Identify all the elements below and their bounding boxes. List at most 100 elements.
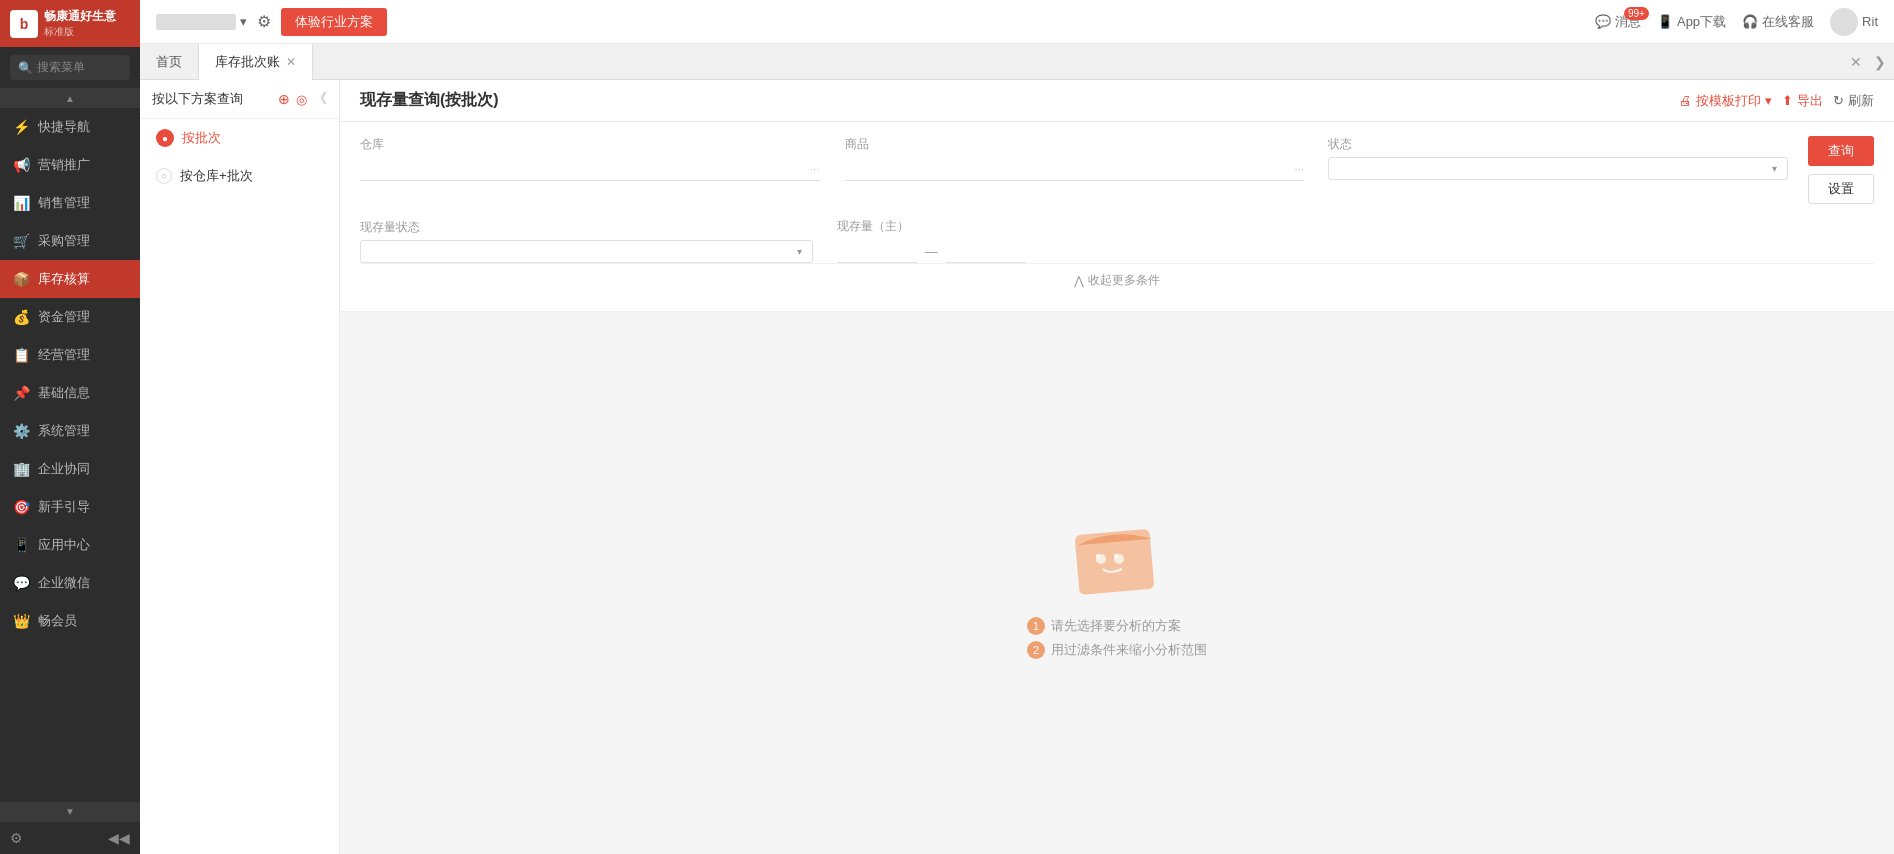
user-name: Rit	[1862, 14, 1878, 29]
status-label: 状态	[1328, 136, 1788, 153]
sidebar-item-label: 畅会员	[38, 612, 77, 630]
edition-label: 标准版	[44, 25, 116, 39]
inventory-qty-min[interactable]	[837, 239, 917, 263]
sidebar-item-inventory[interactable]: 📦 库存核算	[0, 260, 140, 298]
marketing-icon: 📢	[12, 156, 30, 174]
sidebar-item-marketing[interactable]: 📢 营销推广	[0, 146, 140, 184]
sidebar-item-label: 经营管理	[38, 346, 90, 364]
sidebar-scroll-up[interactable]: ▲	[0, 89, 140, 108]
app-download-icon: 📱	[1657, 14, 1673, 29]
sidebar-item-newbie[interactable]: 🎯 新手引导	[0, 488, 140, 526]
trial-btn[interactable]: 体验行业方案	[281, 8, 387, 36]
sidebar-item-label: 企业微信	[38, 574, 90, 592]
sidebar-item-enterprise-wechat[interactable]: 💬 企业微信	[0, 564, 140, 602]
sidebar-item-enterprise[interactable]: 🏢 企业协同	[0, 450, 140, 488]
filter-status: 状态 ▾	[1316, 136, 1800, 180]
finance-icon: 💰	[12, 308, 30, 326]
scheme-item-warehouse-batch[interactable]: ○ 按仓库+批次	[140, 157, 339, 195]
sidebar-item-operation[interactable]: 📋 经营管理	[0, 336, 140, 374]
sidebar-item-label: 库存核算	[38, 270, 90, 288]
sidebar-search-box[interactable]: 🔍 搜索菜单	[10, 55, 130, 80]
sidebar-bottom: ⚙ ◀◀	[0, 821, 140, 854]
hint-num-2: 2	[1027, 641, 1045, 659]
export-btn[interactable]: ⬆ 导出	[1782, 92, 1823, 110]
inventory-status-label: 现存量状态	[360, 219, 813, 236]
sidebar-item-member[interactable]: 👑 畅会员	[0, 602, 140, 640]
sidebar-item-finance[interactable]: 💰 资金管理	[0, 298, 140, 336]
online-service-btn[interactable]: 🎧 在线客服	[1742, 13, 1814, 31]
enterprise-wechat-icon: 💬	[12, 574, 30, 592]
warehouse-dots[interactable]: ···	[810, 162, 820, 176]
print-label: 按模板打印	[1696, 92, 1761, 110]
scheme-item-batch[interactable]: ● 按批次	[140, 119, 339, 157]
scheme-inactive-icon: ○	[156, 168, 172, 184]
tab-right-arrow[interactable]: ❯	[1874, 54, 1894, 70]
quick-nav-icon: ⚡	[12, 118, 30, 136]
query-button[interactable]: 查询	[1808, 136, 1874, 166]
hint-text-2: 用过滤条件来缩小分析范围	[1051, 641, 1207, 659]
tab-home-label: 首页	[156, 53, 182, 71]
service-label: 在线客服	[1762, 13, 1814, 31]
product-input[interactable]	[845, 161, 1291, 176]
product-dots[interactable]: ···	[1294, 162, 1304, 176]
sidebar-item-basic[interactable]: 📌 基础信息	[0, 374, 140, 412]
inventory-status-select[interactable]: ▾	[360, 240, 813, 263]
inventory-status-arrow-icon: ▾	[797, 246, 802, 257]
inventory-qty-max[interactable]	[946, 239, 1026, 263]
settings-bottom-icon[interactable]: ⚙	[10, 830, 23, 846]
sidebar-item-app-center[interactable]: 📱 应用中心	[0, 526, 140, 564]
app-download-btn[interactable]: 📱 App下载	[1657, 13, 1726, 31]
hint-num-1: 1	[1027, 617, 1045, 635]
product-input-wrapper: ···	[845, 157, 1305, 181]
message-icon: 💬	[1595, 14, 1611, 29]
message-badge: 99+	[1624, 7, 1649, 20]
hint-text-1: 请先选择要分析的方案	[1051, 617, 1181, 635]
user-profile[interactable]: Rit	[1830, 8, 1878, 36]
hint-item-1: 1 请先选择要分析的方案	[1027, 617, 1207, 635]
refresh-btn[interactable]: ↻ 刷新	[1833, 92, 1874, 110]
collapse-sidebar-icon[interactable]: ◀◀	[108, 830, 130, 846]
page-header-actions: 🖨 按模板打印 ▾ ⬆ 导出 ↻ 刷新	[1679, 92, 1874, 110]
add-scheme-icon[interactable]: ⊕	[278, 91, 290, 107]
sidebar-item-quick-nav[interactable]: ⚡ 快捷导航	[0, 108, 140, 146]
workspace-dropdown[interactable]: ▾	[156, 14, 247, 30]
company-name: 畅康通好生意	[44, 8, 116, 25]
left-panel-header: 按以下方案查询 ⊕ ◎ 《	[140, 80, 339, 119]
sidebar-item-sales[interactable]: 📊 销售管理	[0, 184, 140, 222]
service-icon: 🎧	[1742, 14, 1758, 29]
hint-item-2: 2 用过滤条件来缩小分析范围	[1027, 641, 1207, 659]
tab-close-right-btn[interactable]: ✕	[1850, 54, 1874, 70]
left-panel: 按以下方案查询 ⊕ ◎ 《 ● 按批次 ○ 按仓库+批次	[140, 80, 340, 854]
topbar-gear-icon[interactable]: ⚙	[257, 12, 271, 31]
member-icon: 👑	[12, 612, 30, 630]
warehouse-input[interactable]	[360, 161, 806, 176]
print-btn[interactable]: 🖨 按模板打印 ▾	[1679, 92, 1772, 110]
sidebar: b 畅康通好生意 标准版 🔍 搜索菜单 ▲ ⚡ 快捷导航 📢 营销推广 📊 销售…	[0, 0, 140, 854]
left-panel-actions: ⊕ ◎ 《	[278, 90, 327, 108]
scheme-settings-icon[interactable]: ◎	[296, 92, 307, 107]
sidebar-scroll-down[interactable]: ▼	[0, 802, 140, 821]
messages-btn[interactable]: 💬 消息 99+	[1595, 13, 1641, 31]
sidebar-item-purchase[interactable]: 🛒 采购管理	[0, 222, 140, 260]
content-area: 按以下方案查询 ⊕ ◎ 《 ● 按批次 ○ 按仓库+批次 现存量查询(按批次)	[140, 80, 1894, 854]
collapse-more-conditions[interactable]: ⋀ 收起更多条件	[360, 263, 1874, 297]
tab-home[interactable]: 首页	[140, 44, 199, 80]
left-panel-title: 按以下方案查询	[152, 90, 243, 108]
sales-icon: 📊	[12, 194, 30, 212]
sidebar-item-system[interactable]: ⚙️ 系统管理	[0, 412, 140, 450]
sidebar-title-block: 畅康通好生意 标准版	[44, 8, 116, 39]
empty-hints: 1 请先选择要分析的方案 2 用过滤条件来缩小分析范围	[1027, 617, 1207, 659]
status-select[interactable]: ▾	[1328, 157, 1788, 180]
settings-button[interactable]: 设置	[1808, 174, 1874, 204]
sidebar-item-label: 应用中心	[38, 536, 90, 554]
svg-point-3	[1096, 554, 1100, 558]
svg-point-4	[1114, 554, 1118, 558]
sidebar-item-label: 基础信息	[38, 384, 90, 402]
dropdown-arrow-icon: ▾	[240, 14, 247, 29]
enterprise-icon: 🏢	[12, 460, 30, 478]
inventory-icon: 📦	[12, 270, 30, 288]
sidebar-search-label: 搜索菜单	[37, 59, 85, 76]
collapse-panel-icon[interactable]: 《	[313, 90, 327, 108]
tab-inventory-batch[interactable]: 库存批次账 ✕	[199, 44, 313, 80]
tab-close-icon[interactable]: ✕	[286, 55, 296, 69]
